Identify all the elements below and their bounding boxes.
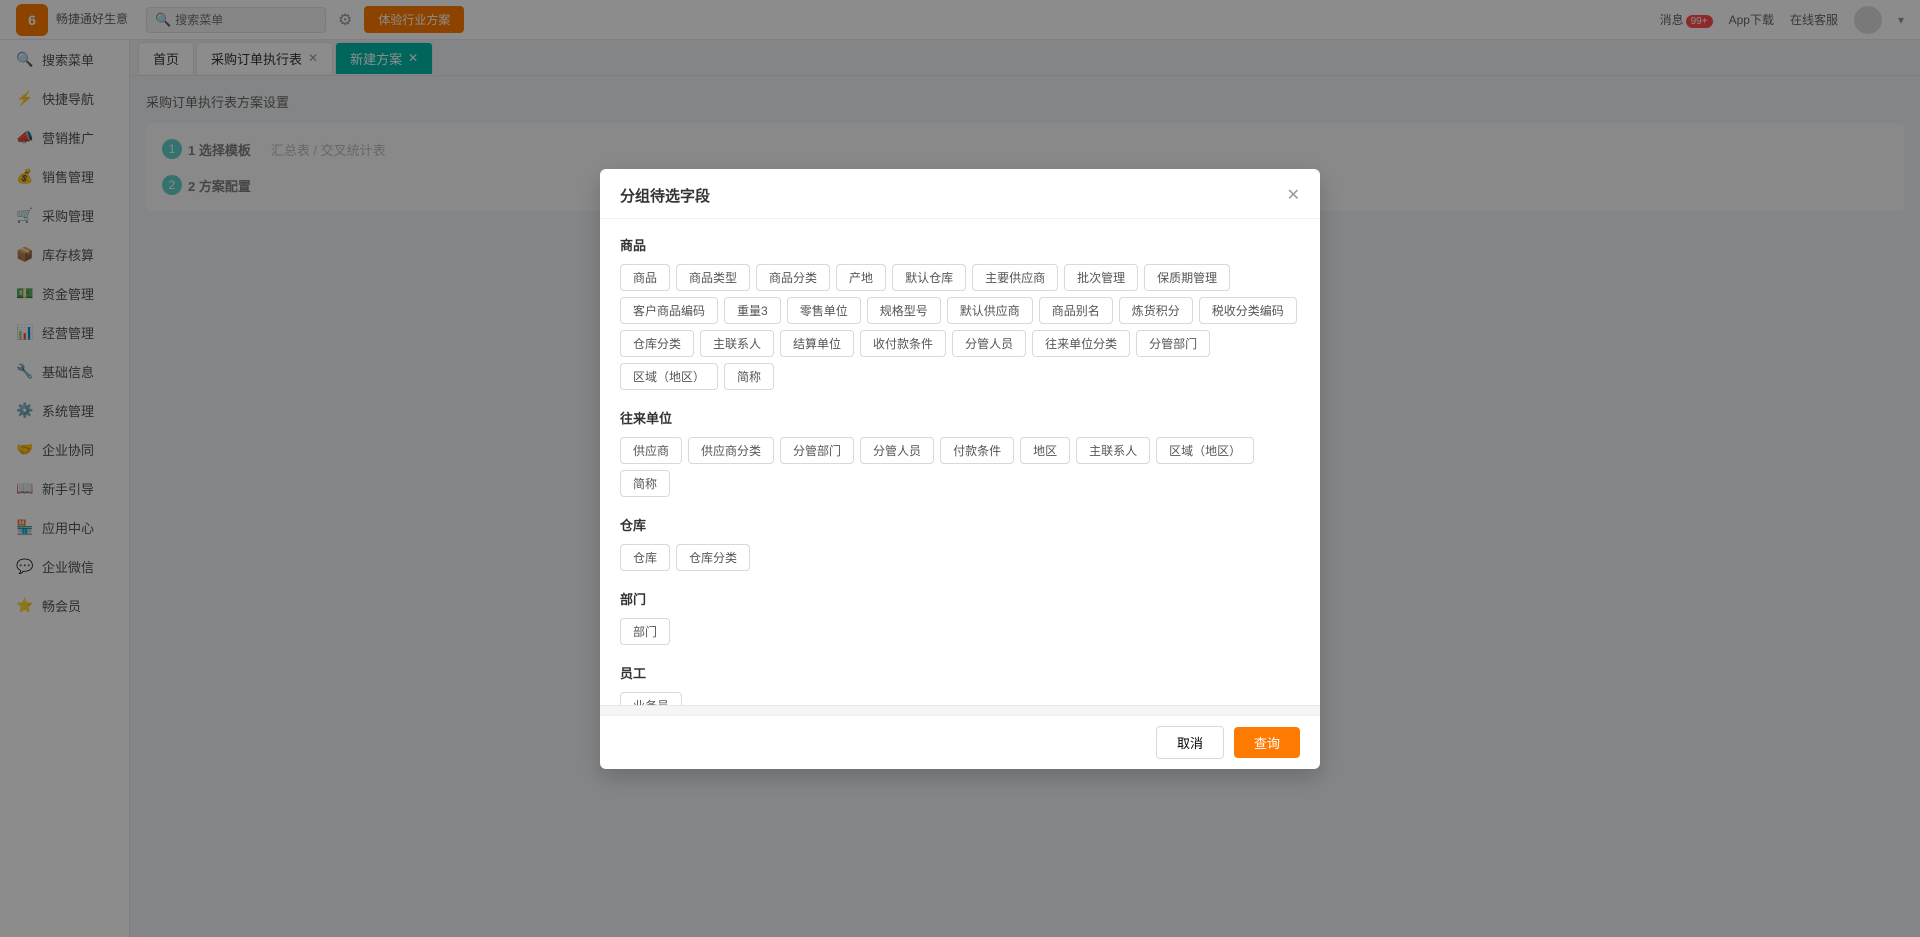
field-tag[interactable]: 分管部门 bbox=[1136, 330, 1210, 357]
field-tag[interactable]: 商品分类 bbox=[756, 264, 830, 291]
field-tag[interactable]: 供应商 bbox=[620, 437, 682, 464]
field-tag[interactable]: 主联系人 bbox=[700, 330, 774, 357]
field-section-title: 部门 bbox=[620, 589, 1300, 608]
field-tag[interactable]: 默认供应商 bbox=[947, 297, 1033, 324]
modal-header: 分组待选字段 ✕ bbox=[600, 169, 1320, 219]
field-tag[interactable]: 仓库分类 bbox=[620, 330, 694, 357]
field-tag[interactable]: 地区 bbox=[1020, 437, 1070, 464]
field-tag[interactable]: 客户商品编码 bbox=[620, 297, 718, 324]
field-tag[interactable]: 简称 bbox=[620, 470, 670, 497]
field-section-员工: 员工业务员 bbox=[620, 663, 1300, 705]
confirm-button[interactable]: 查询 bbox=[1234, 727, 1300, 758]
field-tag[interactable]: 批次管理 bbox=[1064, 264, 1138, 291]
modal-dialog: 分组待选字段 ✕ 商品商品商品类型商品分类产地默认仓库主要供应商批次管理保质期管… bbox=[600, 169, 1320, 769]
field-tag[interactable]: 炼货积分 bbox=[1119, 297, 1193, 324]
field-tag[interactable]: 商品别名 bbox=[1039, 297, 1113, 324]
field-tags: 业务员 bbox=[620, 692, 1300, 705]
field-section-title: 往来单位 bbox=[620, 408, 1300, 427]
modal-body: 商品商品商品类型商品分类产地默认仓库主要供应商批次管理保质期管理客户商品编码重量… bbox=[600, 219, 1320, 705]
field-tag[interactable]: 部门 bbox=[620, 618, 670, 645]
modal-footer: 取消 查询 bbox=[600, 715, 1320, 769]
field-tags: 仓库仓库分类 bbox=[620, 544, 1300, 571]
field-tags: 供应商供应商分类分管部门分管人员付款条件地区主联系人区域（地区） 简称 bbox=[620, 437, 1300, 497]
field-tag[interactable]: 产地 bbox=[836, 264, 886, 291]
field-tag[interactable]: 重量3 bbox=[724, 297, 781, 324]
field-section-仓库: 仓库仓库仓库分类 bbox=[620, 515, 1300, 571]
field-tag[interactable]: 零售单位 bbox=[787, 297, 861, 324]
field-tag[interactable]: 商品 bbox=[620, 264, 670, 291]
field-tag[interactable]: 规格型号 bbox=[867, 297, 941, 324]
field-section-title: 员工 bbox=[620, 663, 1300, 682]
field-tag[interactable]: 税收分类编码 bbox=[1199, 297, 1297, 324]
field-tag[interactable]: 往来单位分类 bbox=[1032, 330, 1130, 357]
field-tag[interactable]: 分管人员 bbox=[860, 437, 934, 464]
field-tag[interactable]: 供应商分类 bbox=[688, 437, 774, 464]
field-tag[interactable]: 仓库分类 bbox=[676, 544, 750, 571]
field-tag[interactable]: 结算单位 bbox=[780, 330, 854, 357]
field-section-title: 仓库 bbox=[620, 515, 1300, 534]
field-section-商品: 商品商品商品类型商品分类产地默认仓库主要供应商批次管理保质期管理客户商品编码重量… bbox=[620, 235, 1300, 390]
field-tag[interactable]: 主联系人 bbox=[1076, 437, 1150, 464]
field-tag[interactable]: 区域（地区） bbox=[1156, 437, 1254, 464]
field-tag[interactable]: 区域（地区） bbox=[620, 363, 718, 390]
field-tag[interactable]: 简称 bbox=[724, 363, 774, 390]
field-section-title: 商品 bbox=[620, 235, 1300, 254]
field-tag[interactable]: 仓库 bbox=[620, 544, 670, 571]
cancel-button[interactable]: 取消 bbox=[1156, 726, 1224, 759]
field-tag[interactable]: 主要供应商 bbox=[972, 264, 1058, 291]
field-tag[interactable]: 业务员 bbox=[620, 692, 682, 705]
field-tag[interactable]: 默认仓库 bbox=[892, 264, 966, 291]
field-section-部门: 部门部门 bbox=[620, 589, 1300, 645]
field-tag[interactable]: 分管人员 bbox=[952, 330, 1026, 357]
modal-horizontal-scrollbar[interactable] bbox=[600, 705, 1320, 715]
field-tag[interactable]: 收付款条件 bbox=[860, 330, 946, 357]
field-tag[interactable]: 付款条件 bbox=[940, 437, 1014, 464]
modal-title: 分组待选字段 bbox=[620, 185, 710, 206]
field-tags: 商品商品类型商品分类产地默认仓库主要供应商批次管理保质期管理客户商品编码重量3零… bbox=[620, 264, 1300, 390]
field-tag[interactable]: 保质期管理 bbox=[1144, 264, 1230, 291]
field-section-往来单位: 往来单位供应商供应商分类分管部门分管人员付款条件地区主联系人区域（地区） 简称 bbox=[620, 408, 1300, 497]
field-tag[interactable]: 分管部门 bbox=[780, 437, 854, 464]
field-tag[interactable]: 商品类型 bbox=[676, 264, 750, 291]
modal-close-icon[interactable]: ✕ bbox=[1287, 185, 1300, 205]
field-tags: 部门 bbox=[620, 618, 1300, 645]
modal-overlay: 分组待选字段 ✕ 商品商品商品类型商品分类产地默认仓库主要供应商批次管理保质期管… bbox=[0, 0, 1920, 937]
